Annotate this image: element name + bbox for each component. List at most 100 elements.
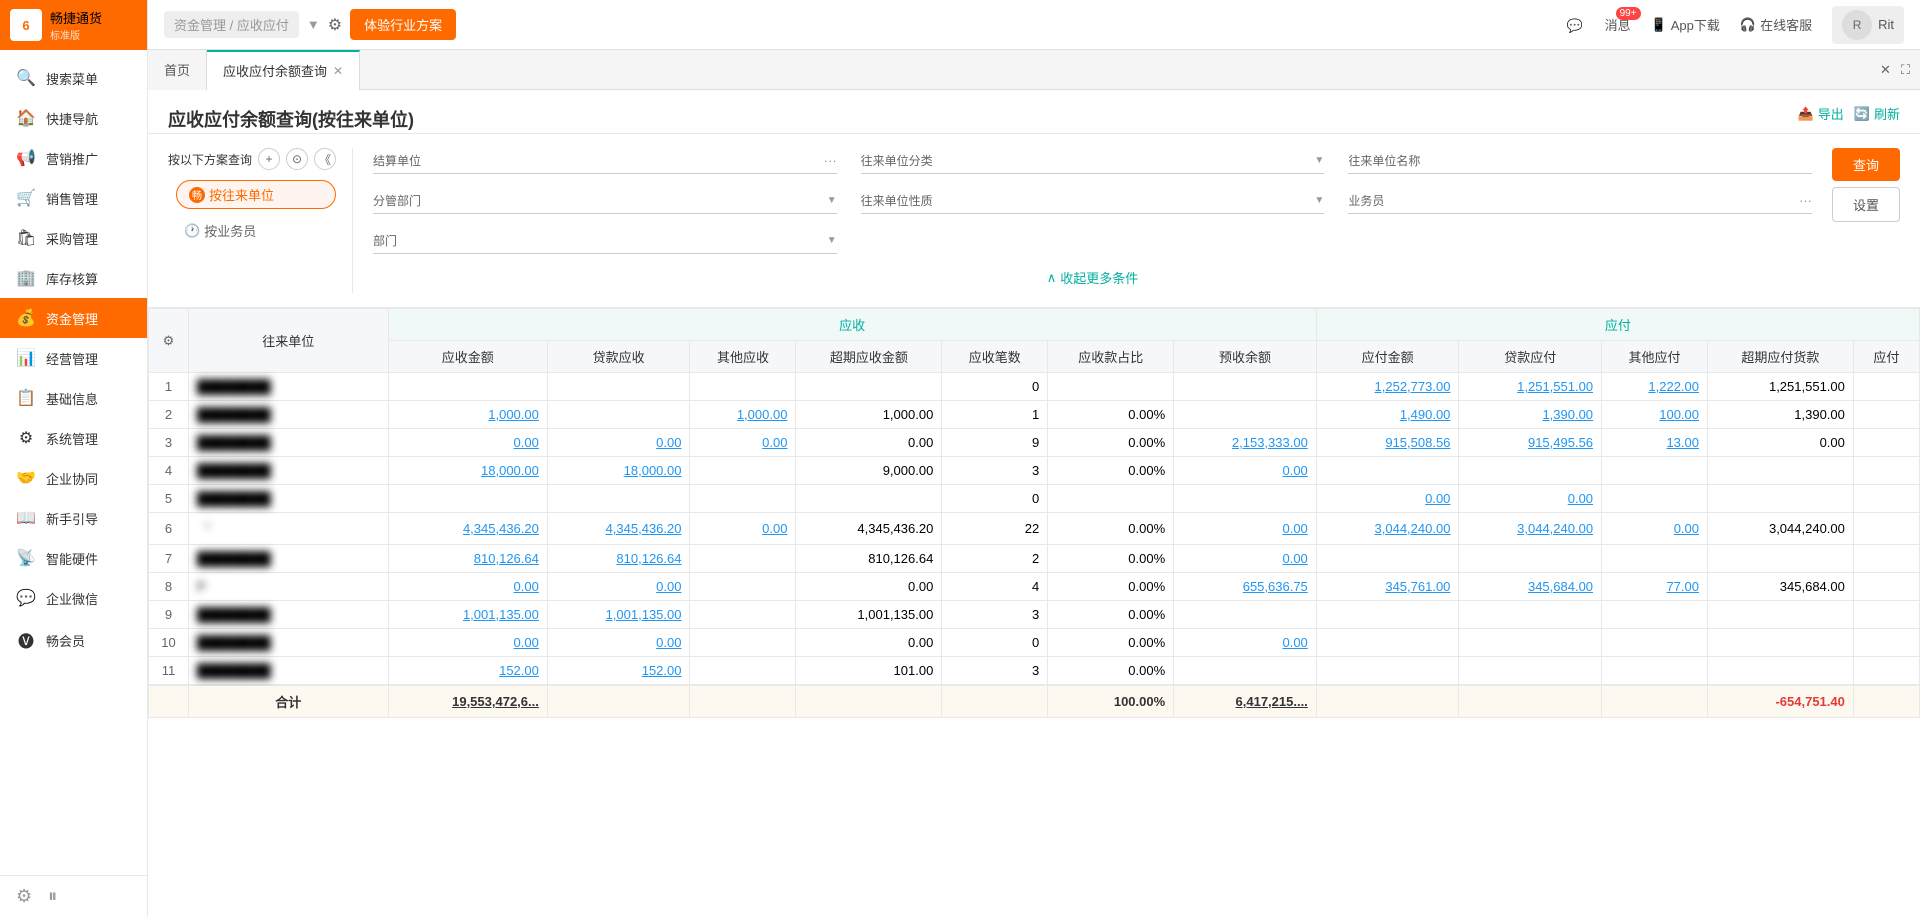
partner-category-input[interactable] [937, 154, 1311, 168]
sidebar-item-system[interactable]: ⚙ 系统管理 [0, 418, 147, 458]
rec-amount-cell[interactable]: 0.00 [388, 629, 547, 657]
partner-name-cell[interactable]: ████████ [189, 629, 389, 657]
pay-other-cell[interactable]: 0.00 [1602, 513, 1708, 545]
pay-amount-cell[interactable]: 1,252,773.00 [1316, 373, 1459, 401]
rec-loan-cell[interactable]: 1,001,135.00 [547, 601, 690, 629]
sidebar-item-guide[interactable]: 📖 新手引导 [0, 498, 147, 538]
pay-other-cell[interactable]: 77.00 [1602, 573, 1708, 601]
dept-manager-input[interactable] [447, 194, 823, 208]
pay-other-cell[interactable]: 13.00 [1602, 429, 1708, 457]
window-maximize-icon[interactable]: ⛶ [1901, 62, 1910, 78]
rec-amount-cell[interactable]: 0.00 [388, 573, 547, 601]
refresh-button[interactable]: 🔄 刷新 [1854, 104, 1900, 123]
sidebar-item-member[interactable]: 🅥 畅会员 [0, 618, 147, 662]
rec-loan-cell[interactable]: 152.00 [547, 657, 690, 686]
pay-loan-cell[interactable]: 3,044,240.00 [1459, 513, 1602, 545]
sidebar-item-finance[interactable]: 💰 资金管理 [0, 298, 147, 338]
rec-amount-cell[interactable]: 18,000.00 [388, 457, 547, 485]
app-download-button[interactable]: 📱 App下载 [1651, 15, 1720, 34]
dept-input[interactable] [447, 234, 823, 248]
add-scheme-button[interactable]: + [258, 148, 280, 170]
rec-loan-cell[interactable]: 0.00 [547, 629, 690, 657]
sidebar-item-sales[interactable]: 🛒 销售管理 [0, 178, 147, 218]
salesperson-input[interactable] [1422, 194, 1795, 208]
rec-amount-cell[interactable]: 1,001,135.00 [388, 601, 547, 629]
partner-name-cell[interactable]: ████████ [189, 545, 389, 573]
sidebar-item-hardware[interactable]: 📡 智能硬件 [0, 538, 147, 578]
collapse-button[interactable]: ∧ 收起更多条件 [373, 262, 1812, 293]
partner-name-cell[interactable]: ████████ [189, 401, 389, 429]
tab-home[interactable]: 首页 [148, 50, 207, 90]
scheme-salesperson-button[interactable]: 🕐 按业务员 [176, 217, 336, 244]
pay-other-cell[interactable]: 100.00 [1602, 401, 1708, 429]
window-close-icon[interactable]: ✕ [1880, 62, 1891, 78]
footer-rec-total[interactable]: 19,553,472,6... [388, 685, 547, 718]
footer-pre-rec[interactable]: 6,417,215.... [1174, 685, 1317, 718]
user-area[interactable]: R Rit [1832, 6, 1904, 44]
sidebar-item-search[interactable]: 🔍 搜索菜单 [0, 58, 147, 98]
partner-name-cell[interactable]: ████████ [189, 457, 389, 485]
rec-amount-cell[interactable]: 0.00 [388, 429, 547, 457]
dept-arrow-icon[interactable]: ▼ [827, 235, 837, 246]
pay-amount-cell[interactable]: 1,490.00 [1316, 401, 1459, 429]
partner-name-cell[interactable]: ████████ [189, 657, 389, 686]
rec-loan-cell[interactable]: 0.00 [547, 429, 690, 457]
settings-footer-icon[interactable]: ⚙ [16, 886, 32, 907]
partner-name-cell[interactable]: ████████ [189, 601, 389, 629]
dropdown-arrow-icon[interactable]: ▼ [307, 17, 320, 32]
scheme-collapse-button[interactable]: 《 [314, 148, 336, 170]
sidebar-item-inventory[interactable]: 🏢 库存核算 [0, 258, 147, 298]
pay-amount-cell[interactable]: 0.00 [1316, 485, 1459, 513]
partner-name-cell[interactable]: ████████ [189, 373, 389, 401]
rec-loan-cell[interactable]: 810,126.64 [547, 545, 690, 573]
sidebar-item-basic[interactable]: 📋 基础信息 [0, 378, 147, 418]
pause-footer-icon[interactable]: ⏸ [48, 886, 57, 907]
message-button[interactable]: 💬 99+ 消息 [1567, 15, 1631, 34]
rec-other-cell[interactable]: 0.00 [690, 429, 796, 457]
pay-amount-cell[interactable]: 3,044,240.00 [1316, 513, 1459, 545]
partner-name-cell[interactable]: P [189, 573, 389, 601]
partner-name-cell[interactable]: ████████ [189, 485, 389, 513]
settings-topbar-icon[interactable]: ⚙ [328, 15, 342, 35]
pre-rec-cell[interactable]: 2,153,333.00 [1174, 429, 1317, 457]
rec-amount-cell[interactable]: 810,126.64 [388, 545, 547, 573]
rec-amount-cell[interactable]: 152.00 [388, 657, 547, 686]
rec-amount-cell[interactable]: 1,000.00 [388, 401, 547, 429]
promo-button[interactable]: 体验行业方案 [350, 9, 456, 40]
settlement-unit-ellipsis[interactable]: ··· [824, 153, 837, 168]
partner-category-arrow-icon[interactable]: ▼ [1314, 155, 1324, 166]
tab-query[interactable]: 应收应付余额查询 ✕ [207, 50, 360, 90]
sidebar-item-quick[interactable]: 🏠 快捷导航 [0, 98, 147, 138]
partner-nature-arrow-icon[interactable]: ▼ [1314, 195, 1324, 206]
rec-loan-cell[interactable]: 18,000.00 [547, 457, 690, 485]
rec-loan-cell[interactable]: 0.00 [547, 573, 690, 601]
rec-amount-cell[interactable]: 4,345,436.20 [388, 513, 547, 545]
pay-amount-cell[interactable]: 915,508.56 [1316, 429, 1459, 457]
pay-loan-cell[interactable]: 0.00 [1459, 485, 1602, 513]
online-service-button[interactable]: 🎧 在线客服 [1740, 15, 1812, 34]
partner-name-cell[interactable]: ████████ [189, 429, 389, 457]
pre-rec-cell[interactable]: 655,636.75 [1174, 573, 1317, 601]
partner-name-input[interactable] [1424, 154, 1812, 168]
salesperson-ellipsis[interactable]: ··· [1799, 193, 1812, 208]
sidebar-item-marketing[interactable]: 📢 营销推广 [0, 138, 147, 178]
pay-loan-cell[interactable]: 345,684.00 [1459, 573, 1602, 601]
pre-rec-cell[interactable]: 0.00 [1174, 629, 1317, 657]
pay-other-cell[interactable]: 1,222.00 [1602, 373, 1708, 401]
pre-rec-cell[interactable]: 0.00 [1174, 513, 1317, 545]
pay-loan-cell[interactable]: 1,390.00 [1459, 401, 1602, 429]
partner-name-cell[interactable]: 〝 [189, 513, 389, 545]
pre-rec-cell[interactable]: 0.00 [1174, 457, 1317, 485]
export-button[interactable]: 📤 导出 [1798, 104, 1844, 123]
settings-button[interactable]: 设置 [1832, 187, 1900, 222]
pay-loan-cell[interactable]: 915,495.56 [1459, 429, 1602, 457]
pay-amount-cell[interactable]: 345,761.00 [1316, 573, 1459, 601]
tab-close-icon[interactable]: ✕ [333, 64, 343, 78]
pre-rec-cell[interactable]: 0.00 [1174, 545, 1317, 573]
sidebar-item-wechat[interactable]: 💬 企业微信 [0, 578, 147, 618]
settlement-unit-input[interactable] [447, 154, 820, 168]
rec-loan-cell[interactable]: 4,345,436.20 [547, 513, 690, 545]
rec-other-cell[interactable]: 1,000.00 [690, 401, 796, 429]
sidebar-item-coop[interactable]: 🤝 企业协同 [0, 458, 147, 498]
scheme-partner-button[interactable]: 畅 按往来单位 [176, 180, 336, 209]
